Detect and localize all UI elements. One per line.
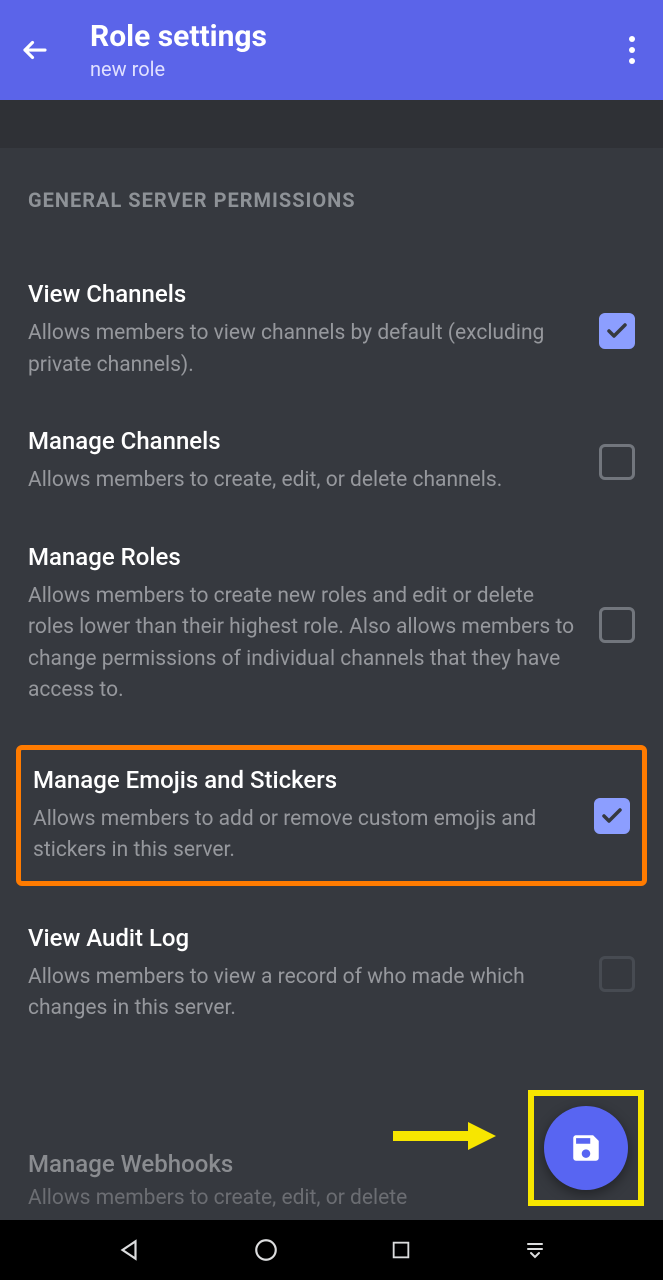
nav-home-icon[interactable] xyxy=(253,1237,279,1263)
permission-view-audit-log[interactable]: View Audit Log Allows members to view a … xyxy=(28,906,635,1053)
permission-desc: Allows members to create new roles and e… xyxy=(28,581,579,707)
permission-title: View Channels xyxy=(28,280,579,308)
permission-desc: Allows members to view channels by defau… xyxy=(28,318,579,381)
checkbox[interactable] xyxy=(599,956,635,992)
highlight-annotation-orange: Manage Emojis and Stickers Allows member… xyxy=(16,745,647,886)
page-subtitle: new role xyxy=(90,57,621,81)
permission-view-channels[interactable]: View Channels Allows members to view cha… xyxy=(28,262,635,409)
permission-desc: Allows members to add or remove custom e… xyxy=(33,804,574,867)
checkbox[interactable] xyxy=(599,607,635,643)
checkbox[interactable] xyxy=(594,798,630,834)
section-header: GENERAL SERVER PERMISSIONS xyxy=(28,188,635,212)
spacer xyxy=(0,100,663,148)
content-area: GENERAL SERVER PERMISSIONS View Channels… xyxy=(0,100,663,1053)
permission-manage-channels[interactable]: Manage Channels Allows members to create… xyxy=(28,409,635,525)
checkbox[interactable] xyxy=(599,313,635,349)
permission-title: View Audit Log xyxy=(28,924,579,952)
checkbox[interactable] xyxy=(599,444,635,480)
permission-manage-roles[interactable]: Manage Roles Allows members to create ne… xyxy=(28,525,635,735)
nav-recent-icon[interactable] xyxy=(390,1239,412,1261)
permission-desc: Allows members to create, edit, or delet… xyxy=(28,465,579,497)
nav-extra-icon[interactable] xyxy=(523,1238,547,1262)
permission-title: Manage Channels xyxy=(28,427,579,455)
permission-title: Manage Roles xyxy=(28,543,579,571)
nav-back-icon[interactable] xyxy=(116,1237,142,1263)
save-icon xyxy=(569,1131,603,1165)
more-options-button[interactable] xyxy=(621,28,643,72)
android-nav-bar xyxy=(0,1220,663,1280)
app-header: Role settings new role xyxy=(0,0,663,100)
permission-title: Manage Emojis and Stickers xyxy=(33,766,574,794)
back-button[interactable] xyxy=(20,35,50,65)
header-text: Role settings new role xyxy=(90,19,621,81)
permission-manage-emojis[interactable]: Manage Emojis and Stickers Allows member… xyxy=(33,766,630,867)
permission-desc: Allows members to view a record of who m… xyxy=(28,962,579,1025)
save-fab-button[interactable] xyxy=(544,1106,628,1190)
page-title: Role settings xyxy=(90,19,621,55)
permission-desc: Allows members to create, edit, or delet… xyxy=(28,1186,635,1210)
